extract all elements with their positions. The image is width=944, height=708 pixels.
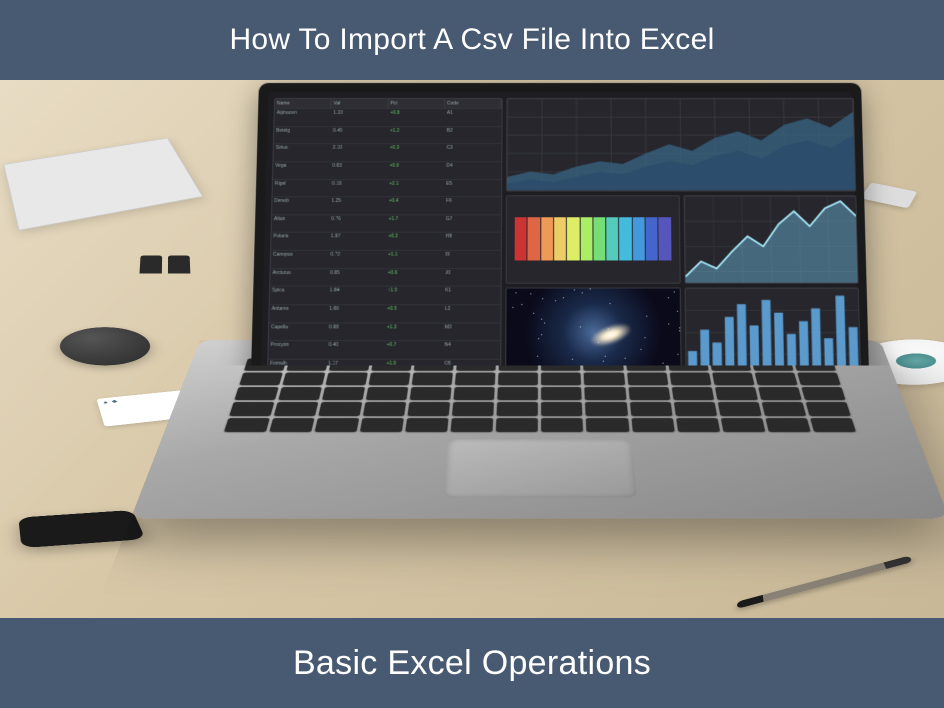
header-band: How To Import A Csv File Into Excel	[0, 0, 944, 80]
laptop: NameValPctCode Alphacen1.33+0.8A1Betelg0…	[180, 80, 900, 618]
smartphone-prop	[18, 510, 145, 548]
hero-scene: ▲ ◆ NameValPctCode Alphacen1.33+0.8A1Bet…	[0, 80, 944, 618]
notebook-prop	[3, 138, 203, 231]
coaster-prop	[57, 327, 154, 365]
trackpad	[444, 439, 637, 497]
keyboard	[224, 358, 855, 432]
line-chart-panel	[683, 195, 858, 284]
laptop-base	[131, 340, 944, 519]
footer-title: Basic Excel Operations	[293, 644, 651, 683]
spectrum-panel	[506, 195, 680, 284]
page-title: How To Import A Csv File Into Excel	[229, 23, 714, 57]
footer-band: Basic Excel Operations	[0, 618, 944, 708]
area-chart-panel	[506, 98, 856, 191]
data-table-panel: NameValPctCode Alphacen1.33+0.8A1Betelg0…	[267, 98, 503, 378]
